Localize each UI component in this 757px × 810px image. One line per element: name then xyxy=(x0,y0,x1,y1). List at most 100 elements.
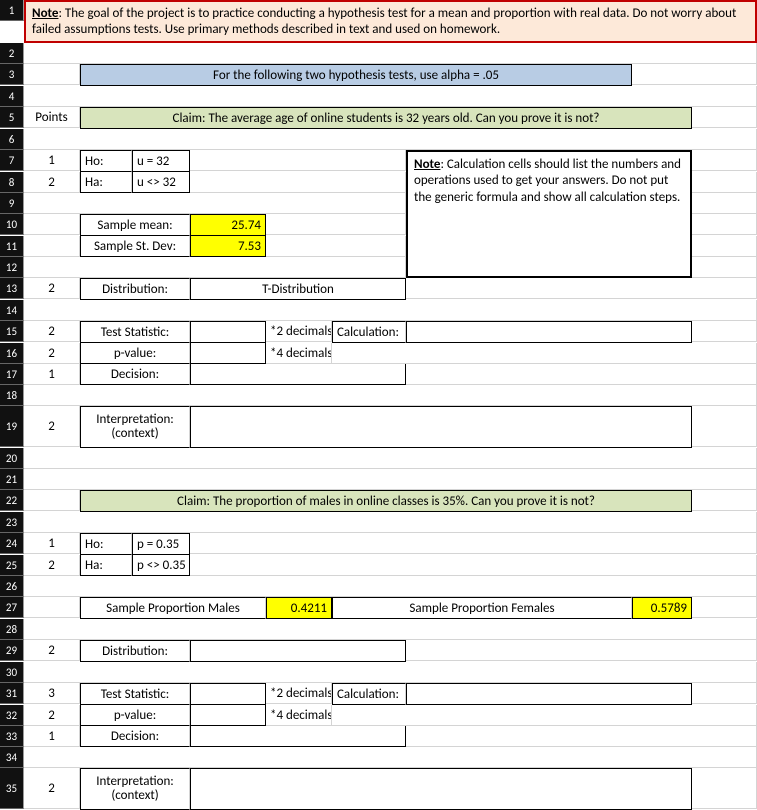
ho-label: Ho: xyxy=(80,533,132,555)
row-header: 5 xyxy=(0,107,24,128)
row-header: 11 xyxy=(0,236,24,257)
row-header: 14 xyxy=(0,300,24,321)
distribution-label: Distribution: xyxy=(80,278,190,300)
points-cell: 1 xyxy=(24,533,80,554)
decimals-note: *2 decimals xyxy=(266,321,332,342)
row-header: 10 xyxy=(0,214,24,235)
row-header: 22 xyxy=(0,490,24,511)
prop-males-label: Sample Proportion Males xyxy=(80,597,266,619)
points-cell: 2 xyxy=(24,705,80,726)
points-cell: 1 xyxy=(24,150,80,171)
interpretation-label: Interpretation:(context) xyxy=(80,768,190,810)
calculation-cell[interactable] xyxy=(406,683,692,705)
ha-value[interactable]: u <> 32 xyxy=(132,172,190,193)
decision-label: Decision: xyxy=(80,364,190,385)
claim-1: Claim: The average age of online student… xyxy=(80,107,692,129)
points-cell: 2 xyxy=(24,343,80,364)
row-header: 12 xyxy=(0,257,24,278)
decimals-note: *2 decimals xyxy=(266,683,332,704)
row-header: 25 xyxy=(0,555,24,576)
points-cell: 2 xyxy=(24,406,80,447)
sample-sd-label: Sample St. Dev: xyxy=(80,236,190,257)
distribution-label: Distribution: xyxy=(80,640,190,662)
prop-females-value[interactable]: 0.5789 xyxy=(632,597,692,619)
test-statistic-label: Test Statistic: xyxy=(80,321,190,343)
row-header: 24 xyxy=(0,533,24,554)
row-header: 1 xyxy=(0,0,24,21)
test-statistic-value[interactable] xyxy=(190,321,266,343)
row-header: 21 xyxy=(0,469,24,490)
row-header: 13 xyxy=(0,278,24,299)
sample-mean-value[interactable]: 25.74 xyxy=(190,214,266,236)
points-cell: 2 xyxy=(24,321,80,342)
points-cell: 2 xyxy=(24,640,80,661)
row-header: 29 xyxy=(0,640,24,661)
points-cell: 2 xyxy=(24,172,80,193)
decision-value[interactable] xyxy=(190,364,406,385)
points-cell: 2 xyxy=(24,555,80,576)
prop-males-value[interactable]: 0.4211 xyxy=(266,597,332,619)
decision-value[interactable] xyxy=(190,726,406,747)
decimals-note: *4 decimals xyxy=(266,343,332,364)
ho-value[interactable]: p = 0.35 xyxy=(132,533,190,555)
points-cell: 2 xyxy=(24,768,80,809)
calculation-label: Calculation: xyxy=(332,321,406,343)
test-statistic-label: Test Statistic: xyxy=(80,683,190,705)
points-cell: 1 xyxy=(24,726,80,747)
row-header: 20 xyxy=(0,448,24,469)
ha-label: Ha: xyxy=(80,172,132,193)
pvalue-value[interactable] xyxy=(190,343,266,364)
claim-2: Claim: The proportion of males in online… xyxy=(80,490,692,512)
row-header: 30 xyxy=(0,662,24,683)
row-header: 28 xyxy=(0,619,24,640)
test-statistic-value[interactable] xyxy=(190,683,266,705)
row-header: 16 xyxy=(0,343,24,364)
ho-label: Ho: xyxy=(80,150,132,172)
alpha-header: For the following two hypothesis tests, … xyxy=(80,64,632,86)
distribution-value[interactable] xyxy=(190,640,406,662)
pvalue-label: p-value: xyxy=(80,705,190,726)
prop-females-label: Sample Proportion Females xyxy=(332,597,632,619)
row-header: 26 xyxy=(0,576,24,597)
points-cell: 2 xyxy=(24,278,80,299)
row-header: 23 xyxy=(0,512,24,533)
interpretation-label: Interpretation:(context) xyxy=(80,406,190,448)
row-header: 18 xyxy=(0,385,24,406)
calculation-note-box: Note: Calculation cells should list the … xyxy=(406,150,692,278)
spreadsheet-grid: 1 Note: The goal of the project is to pr… xyxy=(0,0,757,810)
calculation-cell[interactable] xyxy=(406,321,692,343)
distribution-value[interactable]: T-Distribution xyxy=(190,278,406,300)
row-header: 6 xyxy=(0,129,24,150)
row-header: 2 xyxy=(0,43,24,64)
row-header: 8 xyxy=(0,172,24,193)
sample-sd-value[interactable]: 7.53 xyxy=(190,236,266,257)
calculation-label: Calculation: xyxy=(332,683,406,705)
points-cell: 3 xyxy=(24,683,80,704)
row-header: 17 xyxy=(0,364,24,385)
decimals-note: *4 decimals xyxy=(266,705,332,726)
row-header: 4 xyxy=(0,86,24,107)
row-header: 34 xyxy=(0,747,24,768)
row-header: 9 xyxy=(0,193,24,214)
sample-mean-label: Sample mean: xyxy=(80,214,190,236)
pvalue-label: p-value: xyxy=(80,343,190,364)
ha-value[interactable]: p <> 0.35 xyxy=(132,555,190,576)
row-header: 31 xyxy=(0,683,24,704)
project-note: Note: The goal of the project is to prac… xyxy=(24,0,757,43)
row-header: 7 xyxy=(0,150,24,171)
row-header: 15 xyxy=(0,321,24,342)
row-header: 32 xyxy=(0,705,24,726)
points-cell: 1 xyxy=(24,364,80,385)
row-header: 35 xyxy=(0,768,24,809)
pvalue-value[interactable] xyxy=(190,705,266,726)
interpretation-cell[interactable] xyxy=(190,406,692,448)
points-label: Points xyxy=(24,107,80,128)
interpretation-cell[interactable] xyxy=(190,768,692,810)
row-header: 3 xyxy=(0,64,24,85)
ho-value[interactable]: u = 32 xyxy=(132,150,190,172)
row-header: 33 xyxy=(0,726,24,747)
row-header: 19 xyxy=(0,406,24,447)
row-header: 27 xyxy=(0,597,24,618)
ha-label: Ha: xyxy=(80,555,132,576)
decision-label: Decision: xyxy=(80,726,190,747)
